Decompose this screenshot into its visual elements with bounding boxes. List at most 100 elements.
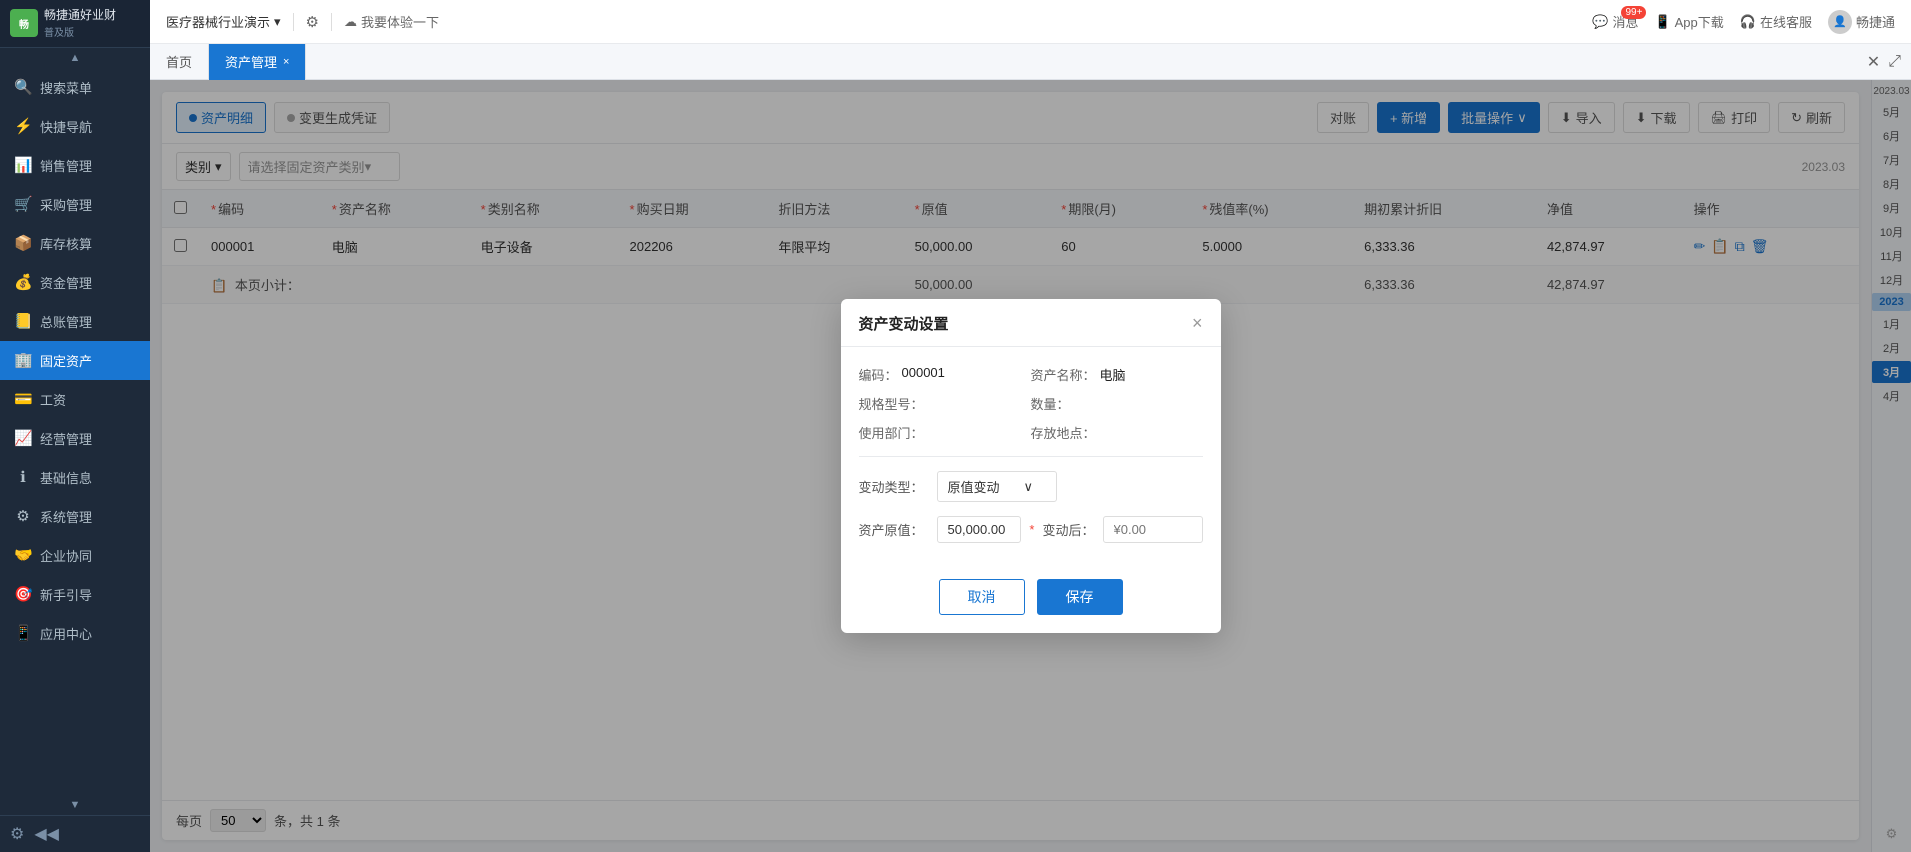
sidebar-item-label: 工资	[40, 390, 66, 409]
sidebar-item-ops[interactable]: 📈 经营管理	[0, 419, 150, 458]
experience-label: 我要体验一下	[361, 12, 439, 31]
sidebar-scroll-down-icon[interactable]: ▼	[70, 799, 81, 811]
sidebar-item-fund[interactable]: 💰 资金管理	[0, 263, 150, 302]
sidebar-item-label: 应用中心	[40, 624, 92, 643]
app-title: 畅捷通好业财	[44, 8, 116, 24]
modal-footer: 取消 保存	[841, 579, 1221, 633]
sidebar-item-app-center[interactable]: 📱 应用中心	[0, 614, 150, 653]
modal-name-label: 资产名称：	[1031, 365, 1096, 384]
sidebar-item-label: 搜索菜单	[40, 78, 92, 97]
ops-icon: 📈	[14, 429, 32, 447]
company-chevron-icon: ▾	[274, 14, 281, 30]
modal-after-required-icon: *	[1029, 522, 1034, 537]
sidebar: 畅 畅捷通好业财 普及版 ▲ 🔍 搜索菜单 ⚡ 快捷导航 📊 销售管理 🛒 采购…	[0, 0, 150, 852]
modal-asset-value-input[interactable]: 50,000.00	[937, 516, 1022, 543]
modal-header: 资产变动设置 ×	[841, 299, 1221, 347]
sidebar-item-label: 库存核算	[40, 234, 92, 253]
user-menu[interactable]: 👤 畅捷通	[1828, 10, 1895, 34]
sidebar-item-basic-info[interactable]: ℹ 基础信息	[0, 458, 150, 497]
sidebar-item-payroll[interactable]: 💳 工资	[0, 380, 150, 419]
user-avatar-icon: 👤	[1833, 15, 1847, 28]
modal-location-label: 存放地点：	[1031, 423, 1096, 442]
modal-change-type-row: 变动类型： 原值变动 ∨	[859, 471, 1203, 502]
sidebar-item-label: 资金管理	[40, 273, 92, 292]
sidebar-item-label: 销售管理	[40, 156, 92, 175]
cloud-icon: ☁	[344, 14, 357, 30]
modal-change-type-label: 变动类型：	[859, 477, 929, 496]
modal-spec-field: 规格型号：	[859, 394, 1031, 413]
tab-asset-management[interactable]: 资产管理 ×	[209, 44, 306, 80]
modal-name-value: 电脑	[1100, 365, 1126, 384]
collapse-sidebar-icon[interactable]: ◀◀	[34, 824, 59, 844]
phone-icon: 📱	[1654, 14, 1670, 30]
sidebar-item-quick-nav[interactable]: ⚡ 快捷导航	[0, 107, 150, 146]
modal-asset-value-value: 50,000.00	[948, 522, 1006, 537]
cancel-button[interactable]: 取消	[939, 579, 1025, 615]
modal-overlay: 资产变动设置 × 编码： 000001 资产名称： 电脑	[150, 80, 1911, 852]
modal-info-grid: 编码： 000001 资产名称： 电脑 规格型号： 数量：	[859, 365, 1203, 442]
tab-asset-mgmt-label: 资产管理	[225, 52, 277, 71]
sidebar-item-sales[interactable]: 📊 销售管理	[0, 146, 150, 185]
app-download-label: App下载	[1675, 12, 1724, 31]
app-download-btn[interactable]: 📱 App下载	[1654, 12, 1723, 31]
modal-divider	[859, 456, 1203, 457]
modal-quantity-field: 数量：	[1031, 394, 1203, 413]
modal-asset-value-label: 资产原值：	[859, 520, 929, 539]
modal-dept-label: 使用部门：	[859, 423, 924, 442]
sidebar-item-label: 快捷导航	[40, 117, 92, 136]
sidebar-item-label: 基础信息	[40, 468, 92, 487]
topbar: 医疗器械行业演示 ▾ ⚙ ☁ 我要体验一下 💬 消息 99+ 📱 App下载 🎧…	[150, 0, 1911, 44]
tab-home-label: 首页	[166, 52, 192, 71]
topbar-settings-icon[interactable]: ⚙	[306, 13, 319, 31]
company-name: 医疗器械行业演示	[166, 12, 270, 31]
page-body: 资产明细 变更生成凭证 对账 + 新增 批量操作 ∨	[150, 80, 1911, 852]
sidebar-item-fixed-assets[interactable]: 🏢 固定资产	[0, 341, 150, 380]
sidebar-item-system[interactable]: ⚙ 系统管理	[0, 497, 150, 536]
company-selector[interactable]: 医疗器械行业演示 ▾	[166, 12, 281, 31]
sidebar-item-purchase[interactable]: 🛒 采购管理	[0, 185, 150, 224]
topbar-right: 💬 消息 99+ 📱 App下载 🎧 在线客服 👤 畅捷通	[1592, 10, 1895, 34]
tab-home[interactable]: 首页	[150, 44, 209, 80]
sidebar-item-ledger[interactable]: 📒 总账管理	[0, 302, 150, 341]
modal-code-value: 000001	[902, 365, 945, 384]
asset-change-modal: 资产变动设置 × 编码： 000001 资产名称： 电脑	[841, 299, 1221, 633]
payroll-icon: 💳	[14, 390, 32, 408]
tab-window-expand-icon[interactable]: ⤢	[1888, 53, 1901, 71]
topbar-divider2	[331, 13, 332, 31]
sidebar-nav: 🔍 搜索菜单 ⚡ 快捷导航 📊 销售管理 🛒 采购管理 📦 库存核算 💰 资金管…	[0, 68, 150, 795]
modal-dept-field: 使用部门：	[859, 423, 1031, 442]
username-label: 畅捷通	[1856, 12, 1895, 31]
online-service-btn[interactable]: 🎧 在线客服	[1740, 12, 1812, 31]
modal-change-type-select[interactable]: 原值变动 ∨	[937, 471, 1057, 502]
tab-close-icon[interactable]: ×	[283, 56, 289, 68]
enterprise-icon: 🤝	[14, 546, 32, 564]
sidebar-item-label: 经营管理	[40, 429, 92, 448]
sidebar-item-guide[interactable]: 🎯 新手引导	[0, 575, 150, 614]
tab-window-close-icon[interactable]: ✕	[1867, 52, 1880, 72]
app-center-icon: 📱	[14, 624, 32, 642]
service-label: 在线客服	[1760, 12, 1812, 31]
sidebar-item-label: 企业协同	[40, 546, 92, 565]
basic-info-icon: ℹ	[14, 468, 32, 486]
sidebar-item-search[interactable]: 🔍 搜索菜单	[0, 68, 150, 107]
app-logo: 畅	[10, 9, 38, 37]
experience-btn[interactable]: ☁ 我要体验一下	[344, 12, 439, 31]
app-edition: 普及版	[44, 24, 116, 39]
avatar: 👤	[1828, 10, 1852, 34]
message-icon: 💬	[1592, 14, 1608, 30]
modal-after-input[interactable]	[1103, 516, 1203, 543]
modal-change-type-chevron-icon: ∨	[1024, 479, 1034, 495]
sidebar-item-label: 采购管理	[40, 195, 92, 214]
settings-footer-icon[interactable]: ⚙	[10, 824, 24, 844]
sidebar-item-enterprise[interactable]: 🤝 企业协同	[0, 536, 150, 575]
message-btn[interactable]: 💬 消息 99+	[1592, 12, 1638, 31]
save-button[interactable]: 保存	[1037, 579, 1123, 615]
sidebar-scroll-up-icon[interactable]: ▲	[70, 52, 81, 64]
sidebar-item-inventory[interactable]: 📦 库存核算	[0, 224, 150, 263]
modal-name-field: 资产名称： 电脑	[1031, 365, 1203, 384]
ledger-icon: 📒	[14, 312, 32, 330]
sidebar-item-label: 系统管理	[40, 507, 92, 526]
modal-close-icon[interactable]: ×	[1192, 313, 1203, 334]
sidebar-footer: ⚙ ◀◀	[0, 815, 150, 852]
modal-asset-value-row: 资产原值： 50,000.00 * 变动后：	[859, 516, 1203, 543]
